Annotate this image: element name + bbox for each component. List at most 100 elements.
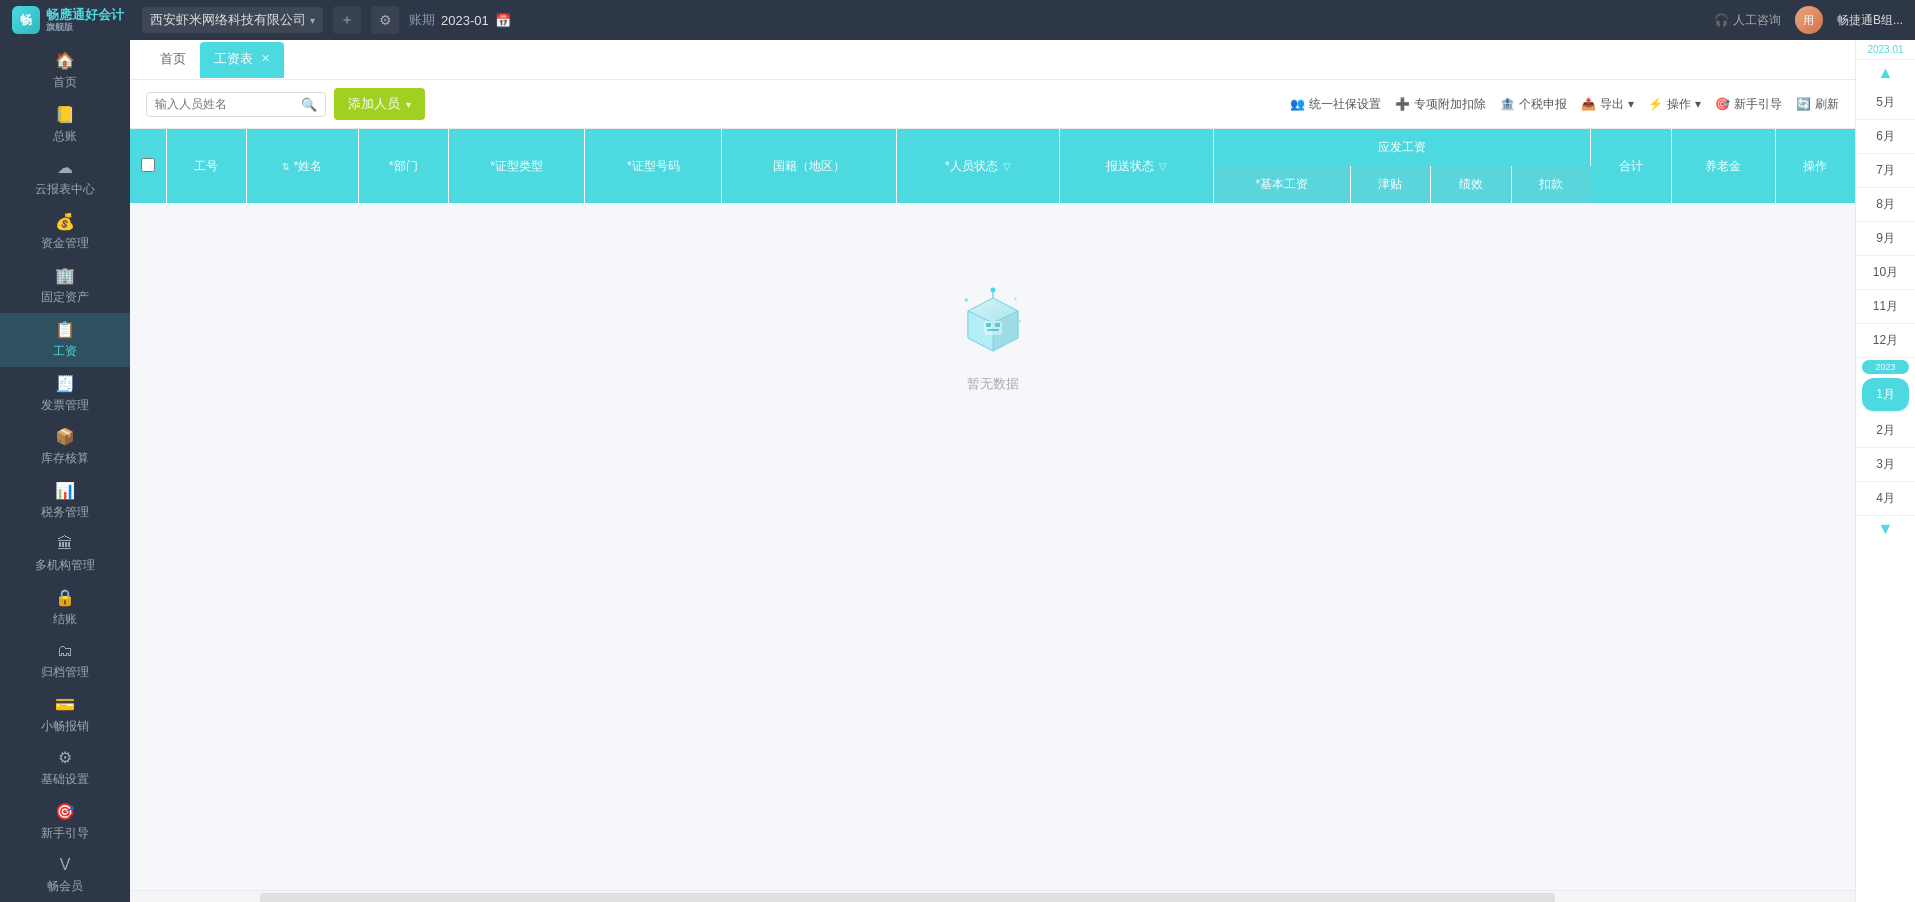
calendar-icon[interactable]: 📅 [495,13,511,28]
svg-rect-5 [986,323,991,327]
period-value: 2023-01 [441,13,489,28]
special-deduct-button[interactable]: ➕ 专项附加扣除 [1395,96,1486,113]
refresh-button[interactable]: 🔄 刷新 [1796,96,1839,113]
th-name: ⇅ *姓名 [247,129,359,203]
deduct-icon: ➕ [1395,97,1410,111]
tab-home-label: 首页 [160,50,186,68]
sidebar-item-guide[interactable]: 🎯 新手引导 [0,795,130,849]
tax-icon: 📊 [55,481,75,500]
social-settings-button[interactable]: 👥 统一社保设置 [1290,96,1381,113]
personal-tax-button[interactable]: 🏦 个税申报 [1500,96,1567,113]
tax-action-icon: 🏦 [1500,97,1515,111]
current-period-display: 2023.01 [1856,40,1915,60]
settings-icon[interactable]: ⚙ [371,6,399,34]
tab-salary-label: 工资表 [214,50,253,68]
th-country: 国籍（地区） [722,129,897,203]
sidebar-label-home: 首页 [53,74,77,91]
month-5[interactable]: 5月 [1856,86,1915,120]
sidebar-item-fund[interactable]: 💰 资金管理 [0,205,130,259]
sidebar-item-archive[interactable]: 🗂 归档管理 [0,635,130,688]
sidebar-label-expense: 小畅报销 [41,718,89,735]
scroll-up-button[interactable]: ▲ [1856,60,1915,86]
sidebar-item-ledger[interactable]: 📒 总账 [0,98,130,152]
operations-button[interactable]: ⚡ 操作 ▾ [1648,96,1701,113]
settings-nav-icon: ⚙ [58,748,72,767]
sidebar-item-cloud-report[interactable]: ☁ 云报表中心 [0,152,130,206]
app-subtitle: 旗舰版 [46,22,124,33]
empty-text: 暂无数据 [967,375,1019,393]
sidebar-item-salary[interactable]: 📋 工资 [0,313,130,367]
scroll-down-button[interactable]: ▼ [1856,516,1915,542]
bottom-scrollbar[interactable] [130,890,1855,902]
sidebar-item-invoice[interactable]: 🧾 发票管理 [0,367,130,421]
guide-button[interactable]: 🎯 新手引导 [1715,96,1782,113]
th-allowance: 津贴 [1350,166,1431,203]
sidebar-item-home[interactable]: 🏠 首页 [0,44,130,98]
toolbar-actions: 👥 统一社保设置 ➕ 专项附加扣除 🏦 个税申报 📤 导出 ▾ ⚡ [1290,96,1839,113]
th-id-number: *证型号码 [585,129,722,203]
sidebar-label-archive: 归档管理 [41,664,89,681]
month-12[interactable]: 12月 [1856,324,1915,358]
add-company-button[interactable]: ＋ [333,6,361,34]
refresh-label: 刷新 [1815,96,1839,113]
month-11[interactable]: 11月 [1856,290,1915,324]
month-2[interactable]: 2月 [1856,414,1915,448]
sidebar-item-multi-org[interactable]: 🏛 多机构管理 [0,528,130,581]
month-6[interactable]: 6月 [1856,120,1915,154]
search-input[interactable] [155,97,295,111]
ledger-icon: 📒 [55,105,75,124]
tab-close-icon[interactable]: ✕ [261,52,270,65]
period-info: 账期 2023-01 📅 [409,11,511,29]
headset-icon: 🎧 [1714,13,1729,27]
sidebar-label-fund: 资金管理 [41,235,89,252]
add-person-button[interactable]: 添加人员 ▾ [334,88,425,120]
search-icon[interactable]: 🔍 [301,97,317,112]
th-operations: 操作 [1775,129,1855,203]
table-container: 工号 ⇅ *姓名 *部门 *证型类型 *证型号码 国籍（地区） *人员状态 ▽ … [130,129,1855,890]
month-3[interactable]: 3月 [1856,448,1915,482]
sidebar-item-inventory[interactable]: 📦 库存核算 [0,420,130,474]
sidebar-label-close: 结账 [53,611,77,628]
user-name: 畅捷通B组... [1837,12,1903,29]
company-selector[interactable]: 西安虾米网络科技有限公司 ▾ [142,7,323,33]
tab-home[interactable]: 首页 [146,42,200,78]
sidebar-item-expense[interactable]: 💳 小畅报销 [0,688,130,742]
archive-icon: 🗂 [57,642,73,660]
export-button[interactable]: 📤 导出 ▾ [1581,96,1634,113]
sidebar-label-salary: 工资 [53,343,77,360]
service-button[interactable]: 🎧 人工咨询 [1714,12,1781,29]
sidebar-item-tax[interactable]: 📊 税务管理 [0,474,130,528]
person-status-filter-icon: ▽ [1003,161,1011,172]
expense-icon: 💳 [55,695,75,714]
avatar[interactable]: 用 [1795,6,1823,34]
ops-chevron-icon: ▾ [1695,97,1701,111]
month-9[interactable]: 9月 [1856,222,1915,256]
th-person-status: *人员状态 ▽ [897,129,1060,203]
social-icon: 👥 [1290,97,1305,111]
special-deduct-label: 专项附加扣除 [1414,96,1486,113]
month-4[interactable]: 4月 [1856,482,1915,516]
empty-state-cell: ✦ ✦ ✦ 暂无数据 [130,203,1855,473]
tab-salary[interactable]: 工资表 ✕ [200,42,284,78]
svg-text:✦: ✦ [1013,296,1018,302]
sidebar-label-assets: 固定资产 [41,289,89,306]
home-icon: 🏠 [55,51,75,70]
sidebar-item-close[interactable]: 🔒 结账 [0,581,130,635]
sidebar-label-member: 畅会员 [47,878,83,895]
top-header: 畅 畅應通好会计 旗舰版 西安虾米网络科技有限公司 ▾ ＋ ⚙ 账期 2023-… [0,0,1915,40]
svg-rect-6 [995,323,1000,327]
search-wrap: 🔍 [146,92,326,117]
sidebar-item-fixed-assets[interactable]: 🏢 固定资产 [0,259,130,313]
period-label: 账期 [409,11,435,29]
month-7[interactable]: 7月 [1856,154,1915,188]
export-icon: 📤 [1581,97,1596,111]
month-10[interactable]: 10月 [1856,256,1915,290]
month-1[interactable]: 1月 [1862,378,1909,412]
month-8[interactable]: 8月 [1856,188,1915,222]
sidebar-label-org: 多机构管理 [35,557,95,574]
svg-point-9 [990,288,995,293]
export-chevron-icon: ▾ [1628,97,1634,111]
select-all-checkbox[interactable] [141,158,155,172]
sidebar-item-settings[interactable]: ⚙ 基础设置 [0,741,130,795]
sidebar-item-member[interactable]: V 畅会员 [0,849,130,902]
